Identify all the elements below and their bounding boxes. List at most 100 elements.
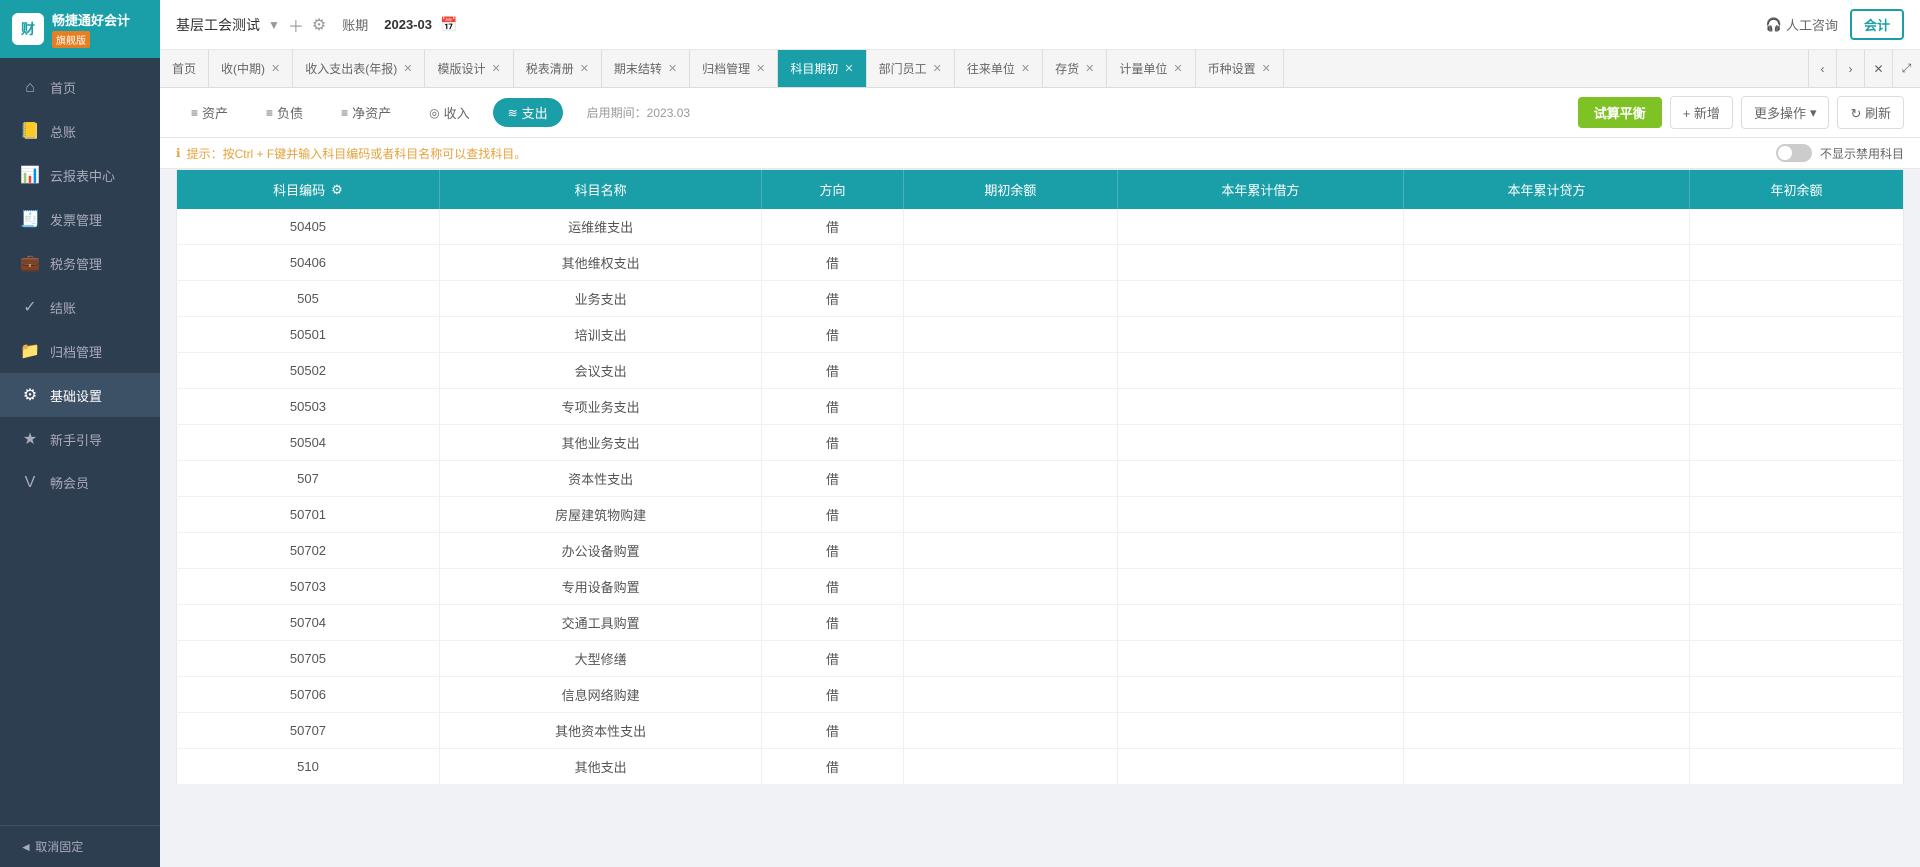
sidebar-item-ledger[interactable]: 📒总账 (0, 109, 160, 153)
topbar-dropdown-icon[interactable]: ▼ (268, 18, 280, 32)
tab-currency[interactable]: 币种设置 ✕ (1196, 50, 1284, 88)
tab-close-tax_clear[interactable]: ✕ (580, 62, 589, 75)
cell-code-13: 50706 (177, 677, 440, 713)
tab-archive[interactable]: 归档管理✕ (690, 50, 778, 88)
sidebar-item-reports[interactable]: 📊云报表中心 (0, 153, 160, 197)
sidebar-item-home[interactable]: ⌂首页 (0, 66, 160, 109)
tab-close-counterpart[interactable]: ✕ (1021, 62, 1030, 75)
cell-init-bal-15 (903, 749, 1117, 785)
table-row: 50504 其他业务支出 借 (177, 425, 1904, 461)
sidebar-item-settle[interactable]: ✓结账 (0, 285, 160, 329)
table-row: 50406 其他维权支出 借 (177, 245, 1904, 281)
tab-income_report[interactable]: 收入支出表(年报)✕ (293, 50, 425, 88)
tab-period[interactable]: 收(中期)✕ (209, 50, 293, 88)
col-code-label: 科目编码 (273, 180, 325, 199)
cell-dir-14: 借 (762, 713, 904, 749)
sidebar-item-tax[interactable]: 💼 税务管理 (0, 241, 160, 285)
topbar-add-icon[interactable]: ＋ (288, 13, 304, 37)
topbar-accountant-btn[interactable]: 会计 (1850, 9, 1904, 40)
tab-label-currency: 币种设置 (1208, 60, 1256, 77)
sidebar-item-invoice[interactable]: 🧾发票管理 (0, 197, 160, 241)
cell-code-1: 50406 (177, 245, 440, 281)
col-settings-icon[interactable]: ⚙ (331, 182, 343, 198)
cell-dir-5: 借 (762, 389, 904, 425)
tab-close-period[interactable]: ✕ (271, 62, 280, 75)
tab-close-archive[interactable]: ✕ (756, 62, 765, 75)
ledger-icon: 📒 (20, 121, 40, 141)
tab-close-currency[interactable]: ✕ (1262, 62, 1271, 75)
tab-close-all-btn[interactable]: ✕ (1864, 50, 1892, 88)
topbar-help-btn[interactable]: 🎧 人工咨询 (1766, 15, 1838, 34)
cell-year-init-0 (1690, 209, 1904, 245)
sub-tab-expense[interactable]: ≋支出 (493, 98, 563, 127)
more-btn[interactable]: 更多操作 ▾ (1741, 96, 1830, 129)
cell-code-8: 50701 (177, 497, 440, 533)
table-header-row: 科目编码 ⚙ 科目名称 方向 期初余额 本年累计借方 本年累计贷方 年初余额 (177, 170, 1904, 210)
topbar-settings-icon[interactable]: ⚙ (312, 15, 326, 35)
cell-ytd-credit-15 (1403, 749, 1689, 785)
cell-ytd-credit-9 (1403, 533, 1689, 569)
tab-close-income_report[interactable]: ✕ (403, 62, 412, 75)
cell-ytd-debit-13 (1117, 677, 1403, 713)
cell-init-bal-13 (903, 677, 1117, 713)
sidebar-item-basic[interactable]: ⚙基础设置 (0, 373, 160, 417)
balance-btn[interactable]: 试算平衡 (1578, 97, 1662, 128)
tab-period_end[interactable]: 期末结转✕ (602, 50, 690, 88)
tab-scroll-right-btn[interactable]: › (1836, 50, 1864, 88)
tab-close-unit[interactable]: ✕ (1173, 62, 1182, 75)
cell-ytd-credit-1 (1403, 245, 1689, 281)
cell-dir-15: 借 (762, 749, 904, 785)
add-icon: + 新增 (1683, 103, 1720, 122)
cell-year-init-15 (1690, 749, 1904, 785)
cell-name-8: 房屋建筑物购建 (439, 497, 761, 533)
tab-department[interactable]: 部门员工✕ (867, 50, 955, 88)
sidebar-item-archive[interactable]: 📁归档管理 (0, 329, 160, 373)
tab-scroll-left-btn[interactable]: ‹ (1808, 50, 1836, 88)
sidebar-item-label-archive: 归档管理 (50, 342, 102, 361)
tab-unit[interactable]: 计量单位✕ (1107, 50, 1195, 88)
add-btn[interactable]: + 新增 (1670, 96, 1733, 129)
tab-counterpart[interactable]: 往来单位✕ (955, 50, 1043, 88)
cell-ytd-debit-14 (1117, 713, 1403, 749)
settle-icon: ✓ (20, 297, 40, 317)
cell-year-init-1 (1690, 245, 1904, 281)
refresh-btn[interactable]: ↻ 刷新 (1837, 96, 1904, 129)
sidebar-item-newbie[interactable]: ★新手引导 (0, 417, 160, 461)
tab-inventory[interactable]: 存货 ✕ (1043, 50, 1107, 88)
disable-toggle[interactable] (1776, 144, 1812, 162)
sidebar-item-member[interactable]: V畅会员 (0, 461, 160, 504)
cell-code-6: 50504 (177, 425, 440, 461)
tab-close-template[interactable]: ✕ (491, 62, 500, 75)
cell-ytd-debit-7 (1117, 461, 1403, 497)
sidebar-collapse-btn[interactable]: ◄ 取消固定 (0, 825, 160, 867)
cell-code-10: 50703 (177, 569, 440, 605)
tab-close-inventory[interactable]: ✕ (1085, 62, 1094, 75)
tab-tax_clear[interactable]: 税表清册✕ (514, 50, 602, 88)
sub-tab-income[interactable]: ◎收入 (414, 98, 485, 127)
tab-label-inventory: 存货 (1055, 60, 1079, 77)
sidebar-item-label-tax: 税务管理 (50, 254, 102, 273)
sub-tab-liability[interactable]: ≡负债 (251, 98, 318, 127)
table-row: 50702 办公设备购置 借 (177, 533, 1904, 569)
tab-close-subject_init[interactable]: ✕ (844, 62, 853, 75)
tax-icon: 💼 (20, 253, 40, 273)
cell-name-14: 其他资本性支出 (439, 713, 761, 749)
col-header-init-bal: 期初余额 (903, 170, 1117, 210)
sub-tab-asset[interactable]: ≡资产 (176, 98, 243, 127)
topbar-calendar-icon[interactable]: 📅 (440, 16, 457, 33)
cell-dir-6: 借 (762, 425, 904, 461)
tab-close-period_end[interactable]: ✕ (668, 62, 677, 75)
sub-tab-label-asset: 资产 (202, 103, 228, 122)
table-container[interactable]: 科目编码 ⚙ 科目名称 方向 期初余额 本年累计借方 本年累计贷方 年初余额 (160, 169, 1920, 867)
sub-tabs-bar: ≡资产≡负债≡净资产◎收入≋支出启用期间：2023.03 试算平衡 + 新增 更… (160, 88, 1920, 138)
sidebar-item-label-reports: 云报表中心 (50, 166, 115, 185)
tab-close-department[interactable]: ✕ (933, 62, 942, 75)
tab-home[interactable]: 首页 (160, 50, 209, 88)
tab-expand-btn[interactable]: ⤢ (1892, 50, 1920, 88)
tab-subject_init[interactable]: 科目期初✕ (778, 50, 866, 88)
cell-init-bal-8 (903, 497, 1117, 533)
tab-template[interactable]: 模版设计✕ (425, 50, 513, 88)
sidebar-item-label-invoice: 发票管理 (50, 210, 102, 229)
sub-tab-net_asset[interactable]: ≡净资产 (326, 98, 406, 127)
cell-ytd-debit-15 (1117, 749, 1403, 785)
